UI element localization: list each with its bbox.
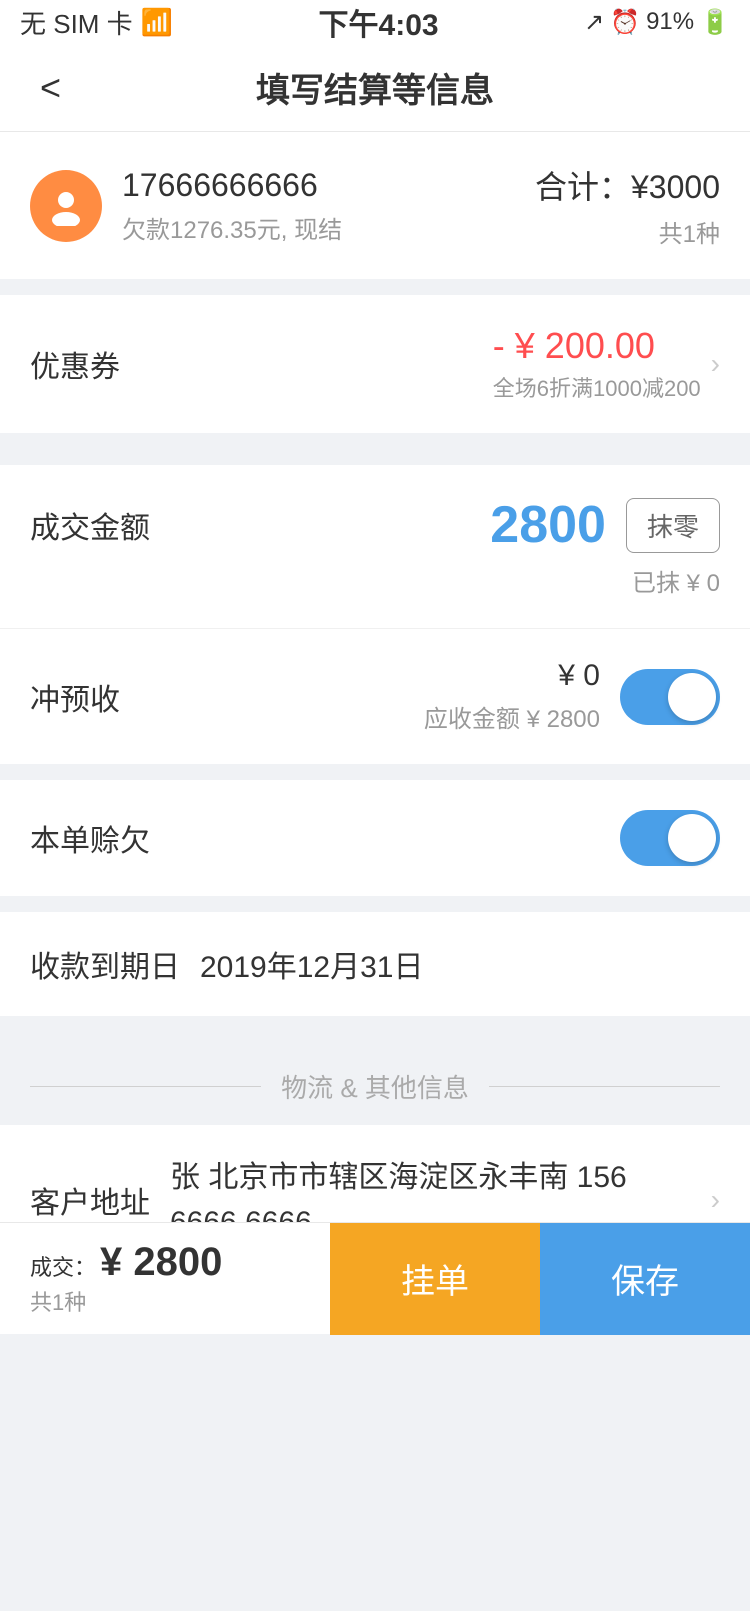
alarm-icon: ⏰	[610, 8, 640, 37]
coupon-row[interactable]: 优惠券 - ¥ 200.00 全场6折满1000减200 ›	[0, 295, 750, 433]
debt-label: 本单赊欠	[30, 816, 150, 860]
section-divider-2	[0, 764, 750, 780]
coupon-label: 优惠券	[30, 342, 120, 386]
address-label: 客户地址	[30, 1178, 150, 1222]
customer-details: 17666666666 欠款1276.35元, 现结	[122, 167, 342, 245]
bottom-total-label: 成交：	[30, 1250, 96, 1282]
logistics-label: 物流 & 其他信息	[281, 1068, 469, 1105]
amount-sub: 已抹 ¥ 0	[30, 563, 720, 598]
round-button[interactable]: 抹零	[626, 498, 720, 553]
section-divider-3	[0, 1032, 750, 1048]
save-button[interactable]: 保存	[540, 1223, 750, 1335]
prepay-section: 冲预收 ¥ 0 应收金额 ¥ 2800	[0, 628, 750, 764]
debt-section: 本单赊欠	[0, 780, 750, 896]
customer-phone: 17666666666	[122, 167, 342, 204]
debt-toggle-knob	[668, 814, 716, 862]
divider-line-right	[489, 1086, 720, 1087]
status-time: 下午4:03	[319, 0, 439, 44]
duedate-row: 收款到期日 2019年12月31日	[30, 942, 720, 986]
prepay-row: 冲预收 ¥ 0 应收金额 ¥ 2800	[30, 659, 720, 734]
customer-total: 合计：¥3000	[535, 162, 720, 208]
coupon-desc: 全场6折满1000减200	[493, 371, 701, 403]
customer-total-area: 合计：¥3000 共1种	[535, 162, 720, 249]
amount-right: 2800 抹零	[490, 495, 720, 555]
battery-label: 91%	[646, 8, 694, 36]
avatar	[30, 170, 102, 242]
status-right: ↗ ⏰ 91% 🔋	[584, 8, 730, 37]
customer-info-card: 17666666666 欠款1276.35元, 现结 合计：¥3000 共1种	[0, 132, 750, 279]
section-divider-1	[0, 449, 750, 465]
duedate-value: 2019年12月31日	[200, 942, 423, 986]
sim-label: 无 SIM 卡	[20, 4, 133, 41]
prepay-sub: 应收金额 ¥ 2800	[424, 699, 600, 734]
prepay-amount: ¥ 0	[424, 659, 600, 693]
amount-label: 成交金额	[30, 503, 150, 547]
bottom-summary: 成交： ¥ 2800 共1种	[0, 1240, 330, 1317]
wifi-icon: 📶	[141, 7, 173, 38]
duedate-label: 收款到期日	[30, 942, 180, 986]
bottom-count: 共1种	[30, 1285, 300, 1317]
status-left: 无 SIM 卡 📶	[20, 4, 173, 41]
bottom-bar: 成交： ¥ 2800 共1种 挂单 保存	[0, 1222, 750, 1334]
hang-button[interactable]: 挂单	[330, 1223, 540, 1335]
customer-sub-info: 欠款1276.35元, 现结	[122, 210, 342, 245]
prepay-label: 冲预收	[30, 675, 120, 719]
prepay-value: ¥ 0 应收金额 ¥ 2800	[424, 659, 600, 734]
back-button[interactable]: <	[30, 57, 71, 119]
nav-bar: < 填写结算等信息	[0, 44, 750, 132]
amount-value: 2800	[490, 495, 606, 555]
prepay-toggle[interactable]	[620, 669, 720, 725]
location-icon: ↗	[584, 8, 604, 37]
battery-icon: 🔋	[700, 8, 730, 37]
logistics-divider: 物流 & 其他信息	[0, 1048, 750, 1125]
customer-left: 17666666666 欠款1276.35元, 现结	[30, 167, 342, 245]
debt-toggle[interactable]	[620, 810, 720, 866]
customer-count: 共1种	[535, 214, 720, 249]
duedate-section: 收款到期日 2019年12月31日	[0, 912, 750, 1016]
page-title: 填写结算等信息	[256, 63, 494, 112]
amount-section: 成交金额 2800 抹零 已抹 ¥ 0	[0, 465, 750, 628]
amount-row: 成交金额 2800 抹零	[30, 495, 720, 555]
prepay-right: ¥ 0 应收金额 ¥ 2800	[424, 659, 720, 734]
toggle-knob	[668, 673, 716, 721]
coupon-amount: - ¥ 200.00	[493, 325, 701, 367]
bottom-amount: ¥ 2800	[100, 1240, 222, 1285]
content-area: 17666666666 欠款1276.35元, 现结 合计：¥3000 共1种 …	[0, 132, 750, 1611]
divider-line-left	[30, 1086, 261, 1087]
coupon-right: - ¥ 200.00 全场6折满1000减200 ›	[493, 325, 720, 403]
status-bar: 无 SIM 卡 📶 下午4:03 ↗ ⏰ 91% 🔋	[0, 0, 750, 44]
chevron-right-icon: ›	[711, 348, 720, 380]
address-chevron-icon: ›	[711, 1184, 720, 1216]
